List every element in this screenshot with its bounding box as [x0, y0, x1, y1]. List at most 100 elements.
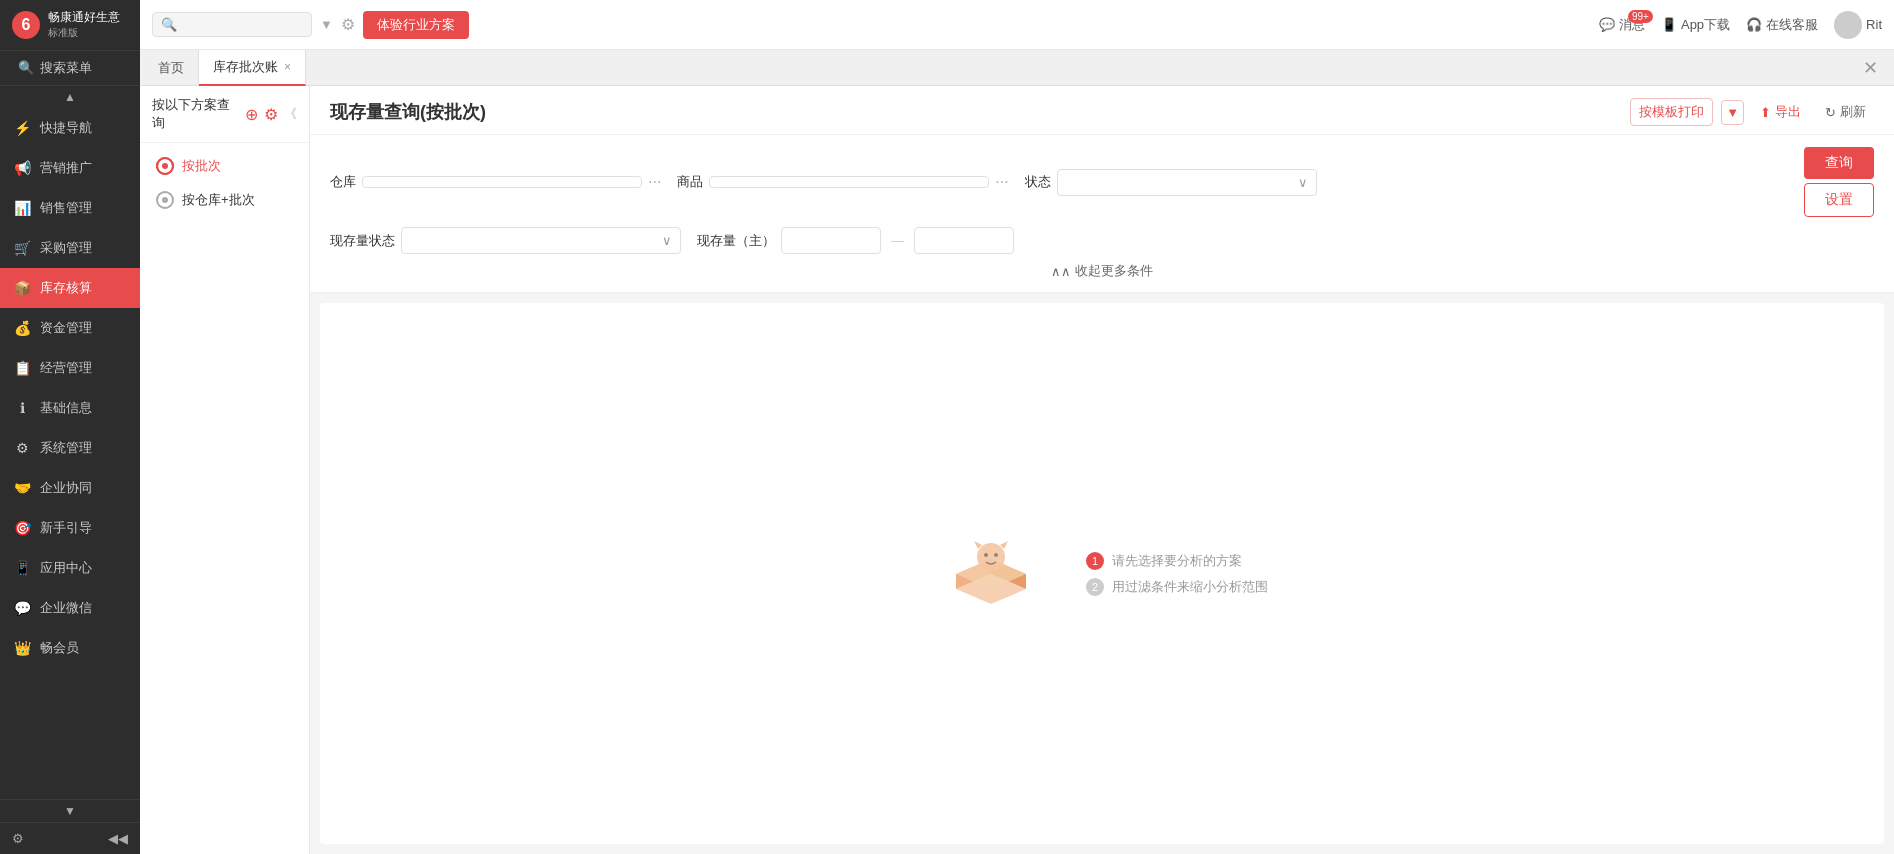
filter-row-2: 现存量状态 ∨ 现存量（主） — [330, 227, 1874, 254]
sidebar-item-system[interactable]: ⚙ 系统管理 [0, 428, 140, 468]
sidebar-scroll-down[interactable]: ▼ [0, 799, 140, 822]
topbar: 🔍 ▼ ⚙ 体验行业方案 💬 消息 99+ 📱 App下载 🎧 在线客服 Rit [140, 0, 1894, 50]
appcenter-icon: 📱 [12, 558, 32, 578]
app-download-icon: 📱 [1661, 17, 1677, 32]
left-panel-title: 按以下方案查询 [152, 96, 239, 132]
enterprise-icon: 🤝 [12, 478, 32, 498]
export-btn[interactable]: ⬆ 导出 [1752, 99, 1809, 125]
topbar-search-box[interactable]: 🔍 [152, 12, 312, 37]
sidebar-scroll-up[interactable]: ▲ [0, 86, 140, 108]
sidebar-item-finance[interactable]: 💰 资金管理 [0, 308, 140, 348]
app-download-btn[interactable]: 📱 App下载 [1661, 16, 1730, 34]
product-input[interactable] [709, 176, 989, 188]
status-dropdown-icon: ∨ [1298, 175, 1308, 190]
tab-close-btn[interactable]: × [284, 60, 291, 74]
online-service-btn[interactable]: 🎧 在线客服 [1746, 16, 1818, 34]
sidebar-item-enterprise[interactable]: 🤝 企业协同 [0, 468, 140, 508]
operations-icon: 📋 [12, 358, 32, 378]
sidebar-item-label: 采购管理 [40, 239, 92, 257]
status-select[interactable]: ∨ [1057, 169, 1317, 196]
sidebar-item-wechat[interactable]: 💬 企业微信 [0, 588, 140, 628]
scheme-settings-icon[interactable]: ⚙ [264, 105, 278, 124]
sidebar-settings-btn[interactable]: ⚙ [12, 831, 24, 846]
print-btn[interactable]: 按模板打印 [1630, 98, 1713, 126]
scheme-by-warehouse-batch[interactable]: 按仓库+批次 [140, 183, 309, 217]
collapse-panel-icon[interactable]: 《 [284, 105, 297, 123]
quantity-separator: — [891, 233, 904, 248]
refresh-btn[interactable]: ↻ 刷新 [1817, 99, 1874, 125]
tab-home[interactable]: 首页 [144, 50, 199, 86]
wechat-icon: 💬 [12, 598, 32, 618]
sidebar-item-label: 资金管理 [40, 319, 92, 337]
scheme-by-batch[interactable]: 按批次 [140, 149, 309, 183]
collapse-up-icon: ∧∧ [1051, 264, 1071, 279]
newguide-icon: 🎯 [12, 518, 32, 538]
warehouse-dots-btn[interactable]: ··· [648, 173, 661, 191]
page-title: 现存量查询(按批次) [330, 100, 486, 124]
query-btn[interactable]: 查询 [1804, 147, 1874, 179]
product-label: 商品 [677, 173, 703, 191]
sidebar-collapse-btn[interactable]: ◀◀ [108, 831, 128, 846]
sidebar: 6 畅康通好生意 标准版 🔍 搜索菜单 ▲ ⚡ 快捷导航 📢 营销推广 📊 销售… [0, 0, 140, 854]
page-header: 现存量查询(按批次) 按模板打印 ▼ ⬆ 导出 ↻ 刷新 [310, 86, 1894, 135]
stock-status-dropdown-icon: ∨ [662, 233, 672, 248]
sidebar-item-label: 库存核算 [40, 279, 92, 297]
sidebar-item-basic[interactable]: ℹ 基础信息 [0, 388, 140, 428]
sidebar-bottom: ⚙ ◀◀ [0, 822, 140, 854]
filter-row-1: 仓库 ··· 商品 ··· 状态 [330, 147, 1874, 217]
sidebar-item-marketing[interactable]: 📢 营销推广 [0, 148, 140, 188]
sidebar-item-label: 销售管理 [40, 199, 92, 217]
topbar-right: 💬 消息 99+ 📱 App下载 🎧 在线客服 Rit [1599, 11, 1882, 39]
sidebar-item-sales[interactable]: 📊 销售管理 [0, 188, 140, 228]
sidebar-item-operations[interactable]: 📋 经营管理 [0, 348, 140, 388]
stock-quantity-label: 现存量（主） [697, 232, 775, 250]
app-logo-icon: 6 [12, 11, 40, 39]
close-icon[interactable]: ✕ [1863, 57, 1878, 79]
sidebar-item-label: 营销推广 [40, 159, 92, 177]
topbar-search-icon: 🔍 [161, 17, 177, 32]
collapse-more-btn[interactable]: ∧∧ 收起更多条件 [330, 254, 1874, 280]
sidebar-item-newguide[interactable]: 🎯 新手引导 [0, 508, 140, 548]
step-2-num: 2 [1086, 578, 1104, 596]
message-btn[interactable]: 💬 消息 99+ [1599, 16, 1645, 34]
sidebar-item-purchase[interactable]: 🛒 采购管理 [0, 228, 140, 268]
sidebar-logo: 6 畅康通好生意 标准版 [0, 0, 140, 51]
sidebar-item-member[interactable]: 👑 畅会员 [0, 628, 140, 668]
stock-quantity-min[interactable] [781, 227, 881, 254]
sidebar-item-inventory[interactable]: 📦 库存核算 [0, 268, 140, 308]
tab-bar-close[interactable]: ✕ [1863, 57, 1890, 79]
stock-status-select[interactable]: ∨ [401, 227, 681, 254]
scroll-down-icon: ▼ [64, 804, 76, 818]
product-dots-btn[interactable]: ··· [995, 173, 1008, 191]
user-profile-btn[interactable]: Rit [1834, 11, 1882, 39]
sidebar-search[interactable]: 🔍 搜索菜单 [0, 51, 140, 86]
scheme-batch-icon [156, 157, 174, 175]
message-badge: 99+ [1628, 10, 1653, 23]
basic-icon: ℹ [12, 398, 32, 418]
sidebar-item-appcenter[interactable]: 📱 应用中心 [0, 548, 140, 588]
empty-svg [936, 529, 1046, 619]
print-dropdown-icon[interactable]: ▼ [1721, 100, 1744, 125]
tab-inventory-batch[interactable]: 库存批次账 × [199, 50, 306, 86]
setting-btn[interactable]: 设置 [1804, 183, 1874, 217]
step-2-label: 用过滤条件来缩小分析范围 [1112, 574, 1268, 600]
stock-quantity-max[interactable] [914, 227, 1014, 254]
warehouse-label: 仓库 [330, 173, 356, 191]
export-label: 导出 [1775, 103, 1801, 121]
topbar-dropdown-icon[interactable]: ▼ [320, 17, 333, 32]
export-icon: ⬆ [1760, 105, 1771, 120]
empty-layout: 1 请先选择要分析的方案 2 用过滤条件来缩小分析范围 [936, 529, 1268, 619]
svg-point-5 [984, 553, 988, 557]
warehouse-input[interactable] [362, 176, 642, 188]
topbar-search-input[interactable] [181, 17, 261, 32]
sidebar-item-quick-nav[interactable]: ⚡ 快捷导航 [0, 108, 140, 148]
message-icon: 💬 [1599, 17, 1615, 32]
quick-nav-icon: ⚡ [12, 118, 32, 138]
svg-point-6 [994, 553, 998, 557]
topbar-gear-icon[interactable]: ⚙ [341, 15, 355, 34]
experience-btn[interactable]: 体验行业方案 [363, 11, 469, 39]
sidebar-item-label: 基础信息 [40, 399, 92, 417]
sidebar-item-label: 应用中心 [40, 559, 92, 577]
add-scheme-icon[interactable]: ⊕ [245, 105, 258, 124]
status-label: 状态 [1025, 173, 1051, 191]
